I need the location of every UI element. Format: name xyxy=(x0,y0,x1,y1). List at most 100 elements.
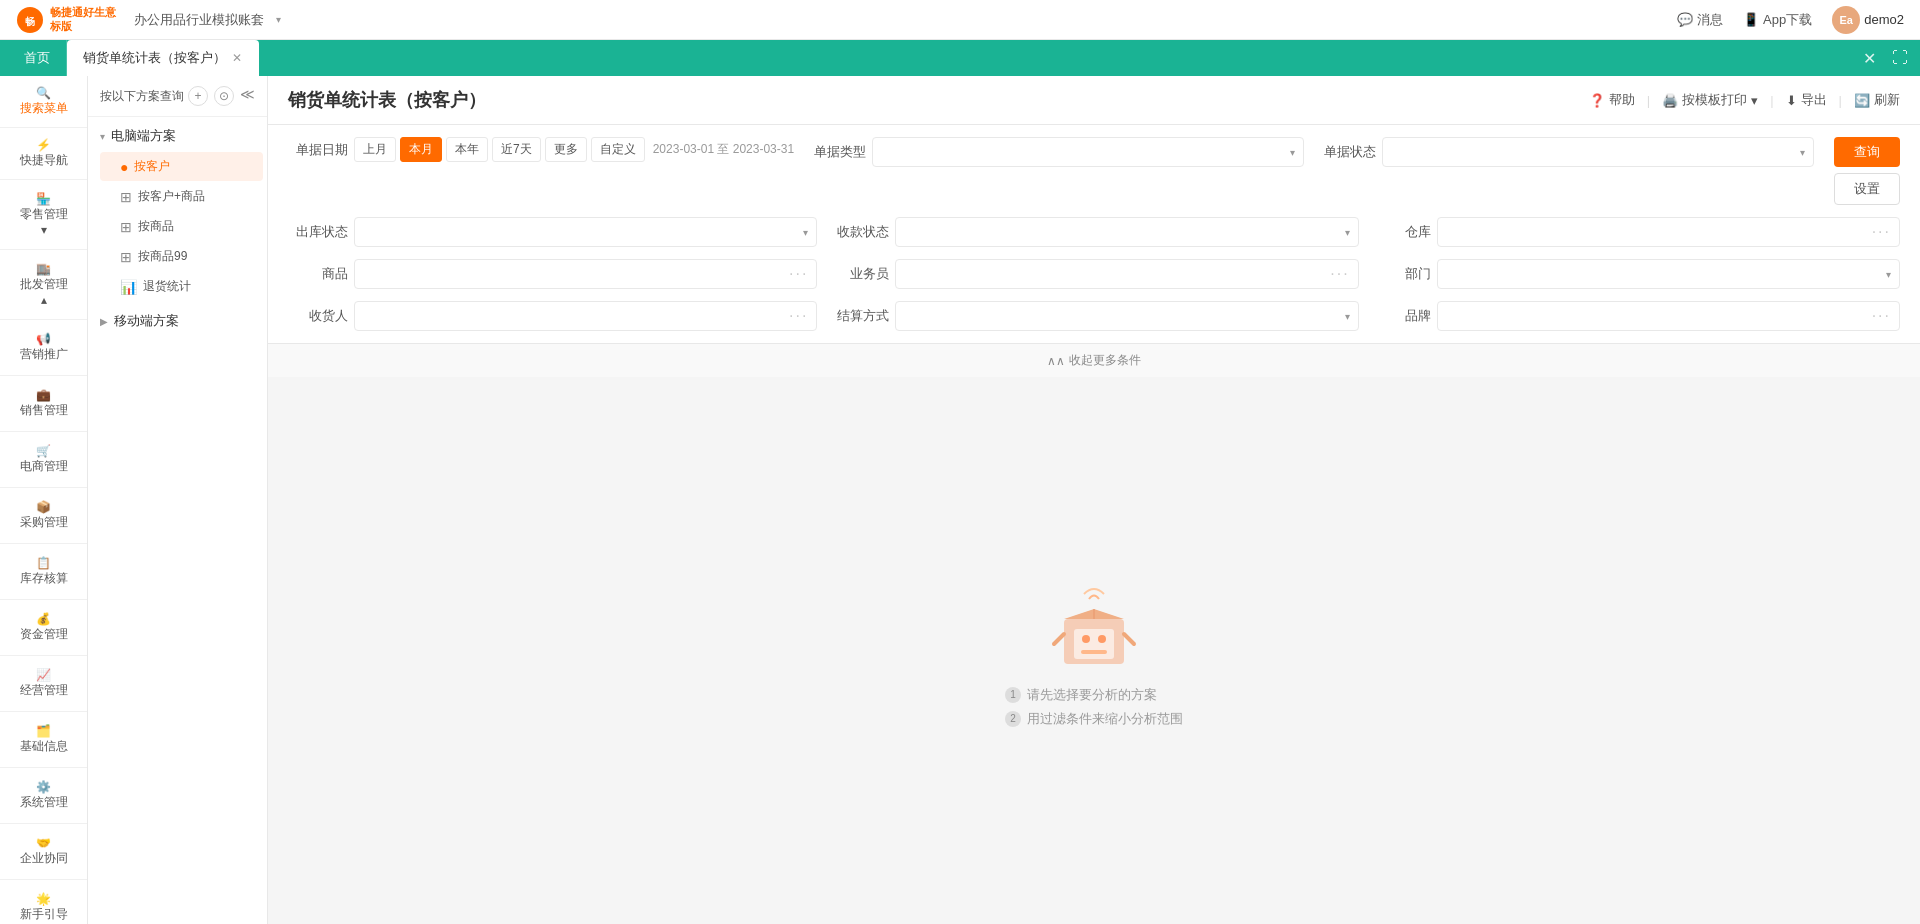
settlement-label: 结算方式 xyxy=(829,307,889,325)
collapse-panel-button[interactable]: ≪ xyxy=(240,86,255,106)
operation-icon: 📈 xyxy=(4,668,83,682)
order-status-dropdown-icon: ▾ xyxy=(1800,147,1805,158)
sidebar-item-newuser[interactable]: 🌟 新手引导 xyxy=(0,880,87,924)
export-button[interactable]: ⬇ 导出 xyxy=(1786,91,1827,109)
scheme-item-label: 按客户 xyxy=(134,158,170,175)
tab-close-window-button[interactable]: ✕ xyxy=(1859,45,1880,72)
date-filter-label: 单据日期 xyxy=(288,141,348,159)
user-area[interactable]: Ea demo2 xyxy=(1832,6,1904,34)
sidebar-item-retail[interactable]: 🏪 零售管理 ▾ xyxy=(0,180,87,250)
enterprise-icon: 🤝 xyxy=(4,836,83,850)
order-status-select[interactable]: ▾ xyxy=(1382,137,1814,167)
sidebar-item-inventory[interactable]: 📋 库存核算 xyxy=(0,544,87,600)
department-select[interactable]: ▾ xyxy=(1437,259,1900,289)
date-btn-last-7[interactable]: 近7天 xyxy=(492,137,541,162)
collapse-up-icon: ∧∧ xyxy=(1047,354,1065,368)
desktop-group-header[interactable]: ▾ 电脑端方案 xyxy=(88,121,267,151)
logo-text: 畅捷通好生意 标版 xyxy=(50,6,116,32)
date-btn-custom[interactable]: 自定义 xyxy=(591,137,645,162)
svg-rect-5 xyxy=(1074,629,1114,659)
receiver-select[interactable]: ··· xyxy=(354,301,817,331)
scheme-item-by-customer-goods[interactable]: ⊞ 按客户+商品 xyxy=(100,182,263,211)
scheme-item-label: 退货统计 xyxy=(143,278,191,295)
sidebar-item-ecommerce[interactable]: 🛒 电商管理 xyxy=(0,432,87,488)
empty-tip-1: 1 请先选择要分析的方案 xyxy=(1005,686,1183,704)
scheme-item-by-goods[interactable]: ⊞ 按商品 xyxy=(100,212,263,241)
empty-tip-2: 2 用过滤条件来缩小分析范围 xyxy=(1005,710,1183,728)
avatar: Ea xyxy=(1832,6,1860,34)
sidebar-item-purchase[interactable]: 📦 采购管理 xyxy=(0,488,87,544)
app-download-button[interactable]: 📱 App下载 xyxy=(1743,11,1812,29)
basics-icon: 🗂️ xyxy=(4,724,83,738)
sidebar-item-sales[interactable]: 💼 销售管理 xyxy=(0,376,87,432)
salesperson-dots-icon: ··· xyxy=(1330,265,1349,283)
receiver-label: 收货人 xyxy=(288,307,348,325)
header-right: 💬 消息 📱 App下载 Ea demo2 xyxy=(1677,6,1904,34)
customer-goods-scheme-icon: ⊞ xyxy=(120,189,132,205)
date-btn-last-month[interactable]: 上月 xyxy=(354,137,396,162)
ecommerce-icon: 🛒 xyxy=(4,444,83,458)
content-area: 按以下方案查询 + ⊙ ≪ ▾ 电脑端方案 ● 按客户 xyxy=(88,76,1920,924)
page-header-top: 销货单统计表（按客户） ❓ 帮助 | 🖨️ 按模板打印 ▾ | xyxy=(288,88,1900,112)
scheme-item-return-stats[interactable]: 📊 退货统计 xyxy=(100,272,263,301)
date-btn-this-month[interactable]: 本月 xyxy=(400,137,442,162)
query-button[interactable]: 查询 xyxy=(1834,137,1900,167)
desktop-group-label: 电脑端方案 xyxy=(111,127,176,145)
print-button[interactable]: 🖨️ 按模板打印 ▾ xyxy=(1662,91,1758,109)
payment-status-select[interactable]: ▾ xyxy=(895,217,1358,247)
department-dropdown-icon: ▾ xyxy=(1886,269,1891,280)
scheme-item-by-customer[interactable]: ● 按客户 xyxy=(100,152,263,181)
date-btn-this-year[interactable]: 本年 xyxy=(446,137,488,162)
sidebar-search[interactable]: 🔍 搜索菜单 xyxy=(0,76,87,128)
svg-line-10 xyxy=(1124,634,1134,644)
goods-select[interactable]: ··· xyxy=(354,259,817,289)
stock-status-select[interactable]: ▾ xyxy=(354,217,817,247)
help-button[interactable]: ❓ 帮助 xyxy=(1589,91,1635,109)
receiver-dots-icon: ··· xyxy=(789,307,808,325)
tab-close-icon[interactable]: ✕ xyxy=(232,51,242,65)
mobile-scheme-group[interactable]: ▶ 移动端方案 xyxy=(88,306,267,336)
tab-maximize-button[interactable]: ⛶ xyxy=(1888,45,1912,72)
sidebar-quick-nav[interactable]: ⚡ 快捷导航 xyxy=(0,128,87,180)
mobile-group-label: 移动端方案 xyxy=(114,312,179,330)
empty-state: 1 请先选择要分析的方案 2 用过滤条件来缩小分析范围 xyxy=(268,377,1920,924)
goods-scheme-icon: ⊞ xyxy=(120,219,132,235)
salesperson-label: 业务员 xyxy=(829,265,889,283)
payment-status-dropdown-icon: ▾ xyxy=(1345,227,1350,238)
system-title: 办公用品行业模拟账套 xyxy=(134,11,264,29)
search-icon: 🔍 xyxy=(8,86,79,100)
sidebar-item-finance[interactable]: 💰 资金管理 xyxy=(0,600,87,656)
sidebar-item-wholesale[interactable]: 🏬 批发管理 ▴ xyxy=(0,250,87,320)
purchase-icon: 📦 xyxy=(4,500,83,514)
warehouse-select[interactable]: ··· xyxy=(1437,217,1900,247)
tab-bar-actions: ✕ ⛶ xyxy=(1859,45,1912,72)
help-icon: ❓ xyxy=(1589,93,1605,108)
order-type-select[interactable]: ▾ xyxy=(872,137,1304,167)
customer-scheme-icon: ● xyxy=(120,159,128,175)
date-btn-more[interactable]: 更多 xyxy=(545,137,587,162)
print-icon: 🖨️ xyxy=(1662,93,1678,108)
brand-select[interactable]: ··· xyxy=(1437,301,1900,331)
header-left: 畅 畅捷通好生意 标版 办公用品行业模拟账套 ▾ xyxy=(16,6,281,34)
home-tab-label: 首页 xyxy=(24,49,50,67)
sidebar-item-basics[interactable]: 🗂️ 基础信息 xyxy=(0,712,87,768)
order-type-label: 单据类型 xyxy=(806,143,866,161)
scheme-item-by-goods-99[interactable]: ⊞ 按商品99 xyxy=(100,242,263,271)
sidebar-item-system[interactable]: ⚙️ 系统管理 xyxy=(0,768,87,824)
message-button[interactable]: 💬 消息 xyxy=(1677,11,1723,29)
system-title-dropdown-icon[interactable]: ▾ xyxy=(276,14,281,25)
sidebar-item-marketing[interactable]: 📢 营销推广 xyxy=(0,320,87,376)
salesperson-select[interactable]: ··· xyxy=(895,259,1358,289)
message-icon: 💬 xyxy=(1677,12,1693,27)
add-scheme-button[interactable]: + xyxy=(188,86,208,106)
settings-scheme-button[interactable]: ⊙ xyxy=(214,86,234,106)
sidebar-item-operation[interactable]: 📈 经营管理 xyxy=(0,656,87,712)
tab-sales-summary[interactable]: 销货单统计表（按客户） ✕ xyxy=(67,40,259,76)
sidebar-item-enterprise[interactable]: 🤝 企业协同 xyxy=(0,824,87,880)
tab-home[interactable]: 首页 xyxy=(8,40,67,76)
setting-button[interactable]: 设置 xyxy=(1834,173,1900,205)
settlement-select[interactable]: ▾ xyxy=(895,301,1358,331)
collapse-bar[interactable]: ∧∧ 收起更多条件 xyxy=(268,343,1920,377)
svg-point-6 xyxy=(1082,635,1090,643)
refresh-button[interactable]: 🔄 刷新 xyxy=(1854,91,1900,109)
